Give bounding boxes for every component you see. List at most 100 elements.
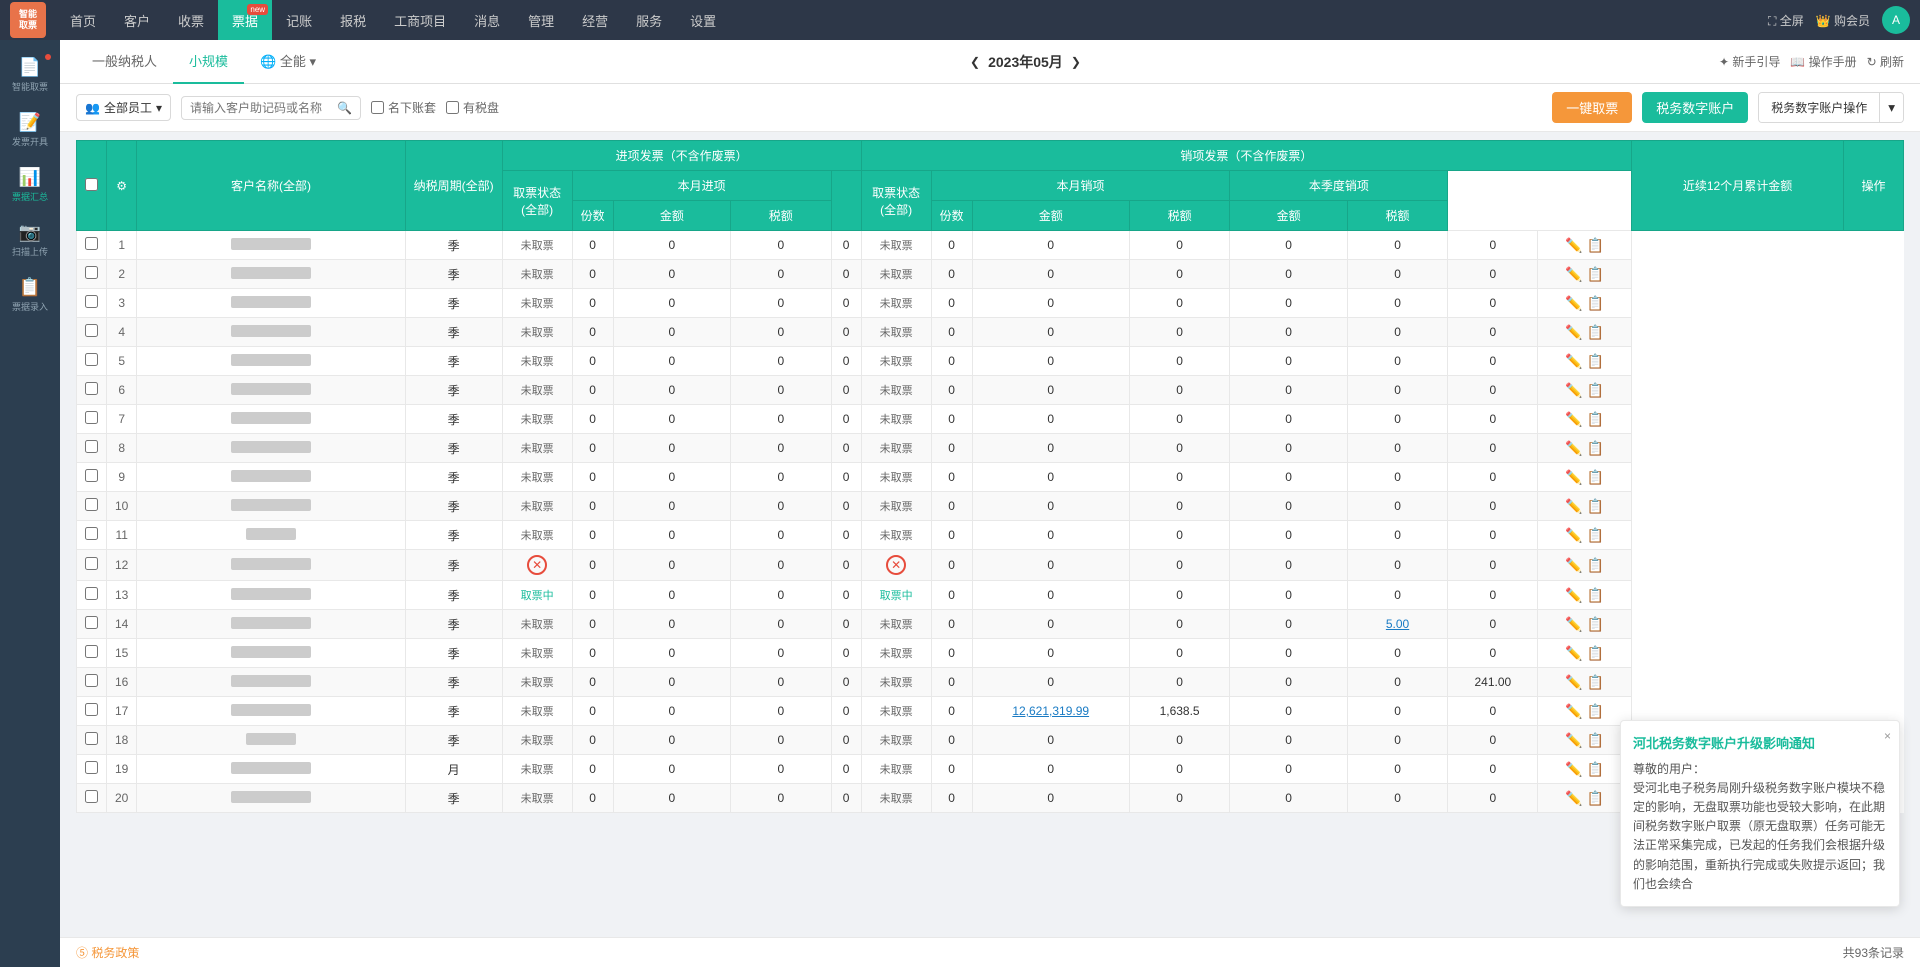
nav-management[interactable]: 管理 — [514, 0, 568, 40]
copy-icon[interactable]: 📋 — [1587, 616, 1604, 633]
copy-icon[interactable]: 📋 — [1587, 587, 1604, 604]
copy-icon[interactable]: 📋 — [1587, 382, 1604, 399]
copy-icon[interactable]: 📋 — [1587, 469, 1604, 486]
search-icon[interactable]: 🔍 — [337, 101, 352, 115]
row-checkbox[interactable] — [85, 295, 98, 308]
row-checkbox[interactable] — [85, 674, 98, 687]
row-checkbox[interactable] — [85, 440, 98, 453]
copy-icon[interactable]: 📋 — [1587, 527, 1604, 544]
nav-client[interactable]: 客户 — [110, 0, 164, 40]
check-myaccount[interactable]: 名下账套 — [371, 99, 436, 116]
edit-icon[interactable]: ✏️ — [1565, 295, 1582, 312]
row-checkbox[interactable] — [85, 266, 98, 279]
copy-icon[interactable]: 📋 — [1587, 411, 1604, 428]
nav-operation[interactable]: 经营 — [568, 0, 622, 40]
ded-tax-val[interactable]: 5.00 — [1386, 617, 1409, 631]
edit-icon[interactable]: ✏️ — [1565, 498, 1582, 515]
edit-icon[interactable]: ✏️ — [1565, 616, 1582, 633]
nav-tax[interactable]: 报税 — [326, 0, 380, 40]
taxdisk-checkbox[interactable] — [446, 101, 459, 114]
nav-bookkeeping[interactable]: 记账 — [272, 0, 326, 40]
nav-message[interactable]: 消息 — [460, 0, 514, 40]
row-checkbox[interactable] — [85, 732, 98, 745]
nav-service[interactable]: 服务 — [622, 0, 676, 40]
edit-icon[interactable]: ✏️ — [1565, 732, 1582, 749]
tab-all[interactable]: 🌐 全能 ▾ — [244, 40, 332, 84]
edit-icon[interactable]: ✏️ — [1565, 703, 1582, 720]
avatar[interactable]: A — [1882, 6, 1910, 34]
tax-ops-btn[interactable]: 税务数字账户操作 — [1759, 93, 1879, 122]
tax-policy-link[interactable]: ⑤ 税务政策 — [76, 944, 139, 961]
edit-icon[interactable]: ✏️ — [1565, 645, 1582, 662]
row-checkbox[interactable] — [85, 587, 98, 600]
next-month-btn[interactable]: ❯ — [1071, 55, 1081, 69]
row-checkbox[interactable] — [85, 353, 98, 366]
edit-icon[interactable]: ✏️ — [1565, 440, 1582, 457]
manual-btn[interactable]: 📖 操作手册 — [1790, 53, 1856, 70]
tax-digital-btn[interactable]: 税务数字账户 — [1642, 92, 1748, 123]
row-checkbox[interactable] — [85, 616, 98, 629]
row-checkbox[interactable] — [85, 382, 98, 395]
copy-icon[interactable]: 📋 — [1587, 324, 1604, 341]
row-checkbox[interactable] — [85, 761, 98, 774]
copy-icon[interactable]: 📋 — [1587, 703, 1604, 720]
nav-business[interactable]: 工商项目 — [380, 0, 460, 40]
member-btn[interactable]: 👑 购会员 — [1816, 12, 1870, 29]
edit-icon[interactable]: ✏️ — [1565, 587, 1582, 604]
nav-collection[interactable]: 收票 — [164, 0, 218, 40]
sidebar-item-intelligent[interactable]: 📄 智能取票 — [3, 50, 57, 101]
sidebar-item-scan[interactable]: 📷 扫描上传 — [3, 215, 57, 266]
copy-icon[interactable]: 📋 — [1587, 498, 1604, 515]
refresh-btn[interactable]: ↻ 刷新 — [1867, 53, 1904, 70]
row-checkbox[interactable] — [85, 790, 98, 803]
sidebar-item-invoice-open[interactable]: 📝 发票开具 — [3, 105, 57, 156]
edit-icon[interactable]: ✏️ — [1565, 790, 1582, 807]
edit-icon[interactable]: ✏️ — [1565, 353, 1582, 370]
myaccount-checkbox[interactable] — [371, 101, 384, 114]
row-checkbox[interactable] — [85, 469, 98, 482]
row-checkbox[interactable] — [85, 527, 98, 540]
row-checkbox[interactable] — [85, 411, 98, 424]
edit-icon[interactable]: ✏️ — [1565, 469, 1582, 486]
row-checkbox[interactable] — [85, 645, 98, 658]
tab-general[interactable]: 一般纳税人 — [76, 40, 173, 84]
employee-selector[interactable]: 👥 全部员工 ▾ — [76, 94, 171, 121]
fullscreen-btn[interactable]: ⛶ 全屏 — [1768, 12, 1804, 29]
tax-ops-arrow-btn[interactable]: ▾ — [1879, 93, 1903, 122]
edit-icon[interactable]: ✏️ — [1565, 266, 1582, 283]
copy-icon[interactable]: 📋 — [1587, 266, 1604, 283]
search-input[interactable] — [190, 101, 333, 115]
edit-icon[interactable]: ✏️ — [1565, 674, 1582, 691]
copy-icon[interactable]: 📋 — [1587, 295, 1604, 312]
edit-icon[interactable]: ✏️ — [1565, 527, 1582, 544]
one-click-btn[interactable]: 一键取票 — [1552, 92, 1632, 123]
edit-icon[interactable]: ✏️ — [1565, 411, 1582, 428]
copy-icon[interactable]: 📋 — [1587, 790, 1604, 807]
copy-icon[interactable]: 📋 — [1587, 440, 1604, 457]
notif-close-btn[interactable]: × — [1884, 729, 1891, 743]
copy-icon[interactable]: 📋 — [1587, 732, 1604, 749]
tab-small[interactable]: 小规模 — [173, 40, 244, 84]
row-checkbox[interactable] — [85, 324, 98, 337]
new-guide-btn[interactable]: ✦ 新手引导 — [1719, 53, 1780, 70]
select-all-checkbox[interactable] — [85, 178, 98, 191]
prev-month-btn[interactable]: ❮ — [970, 55, 980, 69]
row-checkbox[interactable] — [85, 703, 98, 716]
edit-icon[interactable]: ✏️ — [1565, 324, 1582, 341]
edit-icon[interactable]: ✏️ — [1565, 761, 1582, 778]
copy-icon[interactable]: 📋 — [1587, 761, 1604, 778]
edit-icon[interactable]: ✏️ — [1565, 382, 1582, 399]
sidebar-item-summary[interactable]: 📊 票据汇总 — [3, 160, 57, 211]
nav-home[interactable]: 首页 — [56, 0, 110, 40]
row-checkbox[interactable] — [85, 237, 98, 250]
check-taxdisk[interactable]: 有税盘 — [446, 99, 499, 116]
edit-icon[interactable]: ✏️ — [1565, 237, 1582, 254]
copy-icon[interactable]: 📋 — [1587, 557, 1604, 574]
row-checkbox[interactable] — [85, 557, 98, 570]
edit-icon[interactable]: ✏️ — [1565, 557, 1582, 574]
copy-icon[interactable]: 📋 — [1587, 237, 1604, 254]
row-checkbox[interactable] — [85, 498, 98, 511]
copy-icon[interactable]: 📋 — [1587, 645, 1604, 662]
copy-icon[interactable]: 📋 — [1587, 674, 1604, 691]
copy-icon[interactable]: 📋 — [1587, 353, 1604, 370]
